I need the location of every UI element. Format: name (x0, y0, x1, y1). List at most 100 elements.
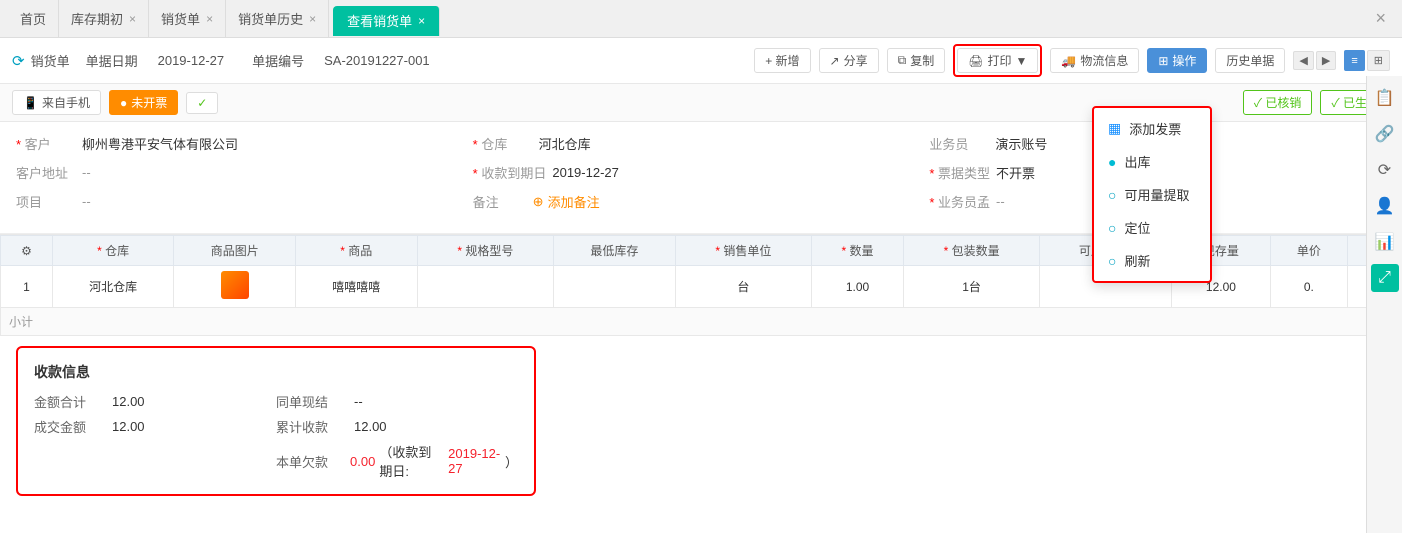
check-cancelled-icon: ✓ (1254, 96, 1262, 110)
address-field: 客户地址 -- (16, 163, 473, 182)
address-value: -- (82, 165, 91, 180)
window-close-button[interactable]: × (1367, 8, 1394, 29)
col-unit-price: 单价 (1270, 236, 1347, 266)
nav-arrows: ◀ ▶ (1293, 51, 1336, 70)
tab-inventory-init-close[interactable]: × (129, 12, 136, 26)
sidebar-icon-3[interactable]: ⟳ (1371, 156, 1399, 184)
grid-icon: ⊞ (1158, 54, 1168, 68)
accumulated-item: 累计收款 12.00 (276, 417, 518, 436)
row-min-stock (554, 266, 676, 308)
copy-icon: ⧉ (898, 53, 907, 68)
same-order-label: 同单现结 (276, 392, 346, 411)
row-qty: 1.00 (812, 266, 904, 308)
not-open-button[interactable]: ● 未开票 (109, 90, 178, 115)
subtotal-label: 小计 (1, 308, 1402, 336)
transaction-value: 12.00 (112, 419, 145, 434)
grid-view-button[interactable]: ⊞ (1367, 50, 1390, 71)
date-value: 2019-12-27 (158, 53, 225, 68)
amount-total-label: 金额合计 (34, 392, 104, 411)
due-note-end: ） (505, 452, 518, 471)
col-qty: * 数量 (812, 236, 904, 266)
ticket-type-label: 票据类型 (929, 163, 990, 182)
row-spec (417, 266, 554, 308)
doc-title: ⟳ 销货单 (12, 51, 70, 70)
prev-button[interactable]: ◀ (1293, 51, 1313, 70)
next-button[interactable]: ▶ (1316, 51, 1336, 70)
tab-inventory-init[interactable]: 库存期初 × (59, 0, 149, 38)
sidebar-icon-4[interactable]: 👤 (1371, 192, 1399, 220)
check-icon-btn[interactable]: ✓ (186, 92, 218, 114)
current-owed-item: 本单欠款 0.00 （收款到期日: 2019-12-27 ） (276, 442, 518, 480)
sidebar-icon-2[interactable]: 🔗 (1371, 120, 1399, 148)
tab-sales-history-close[interactable]: × (309, 12, 316, 26)
amount-total-item: 金额合计 12.00 (34, 392, 276, 411)
project-value: -- (82, 194, 91, 209)
address-label: 客户地址 (16, 163, 76, 182)
date-label: 单据日期 (86, 51, 138, 70)
share-icon: ↗ (830, 54, 840, 68)
number-value: SA-20191227-001 (324, 53, 430, 68)
plus-icon: ⊕ (533, 194, 544, 210)
sidebar-icon-5[interactable]: 📊 (1371, 228, 1399, 256)
history-button[interactable]: 历史单据 (1215, 48, 1285, 73)
sidebar-icon-1[interactable]: 📋 (1371, 84, 1399, 112)
share-button[interactable]: ↗ 分享 (819, 48, 879, 73)
due-date-field: 收款到期日 2019-12-27 (473, 163, 930, 182)
new-button[interactable]: + 新增 (754, 48, 810, 73)
amount-total-value: 12.00 (112, 394, 145, 409)
print-highlight: 🖨 打印 ▼ (953, 44, 1042, 77)
tab-sales-history[interactable]: 销货单历史 × (226, 0, 329, 38)
dropdown-available-qty[interactable]: ○ 可用量提取 (1094, 178, 1210, 211)
tab-sales-order-close[interactable]: × (206, 12, 213, 26)
staff2-value: -- (996, 194, 1005, 209)
col-settings[interactable]: ⚙ (1, 236, 53, 266)
copy-button[interactable]: ⧉ 复制 (887, 48, 946, 73)
refresh-icon: ○ (1108, 253, 1116, 269)
locate-icon: ○ (1108, 220, 1116, 236)
staff-value: 演示账号 (995, 134, 1047, 153)
same-order-value: -- (354, 394, 363, 409)
tab-sales-order[interactable]: 销货单 × (149, 0, 226, 38)
customer-value: 柳州粤港平安气体有限公司 (82, 134, 238, 153)
warehouse-label: 仓库 (473, 134, 533, 153)
current-owed-value: 0.00 (350, 454, 375, 469)
current-owed-label: 本单欠款 (276, 452, 346, 471)
logistics-button[interactable]: 🚚 物流信息 (1050, 48, 1139, 73)
available-qty-icon: ○ (1108, 187, 1116, 203)
dropdown-refresh[interactable]: ○ 刷新 (1094, 244, 1210, 277)
doc-header: ⟳ 销货单 单据日期 2019-12-27 单据编号 SA-20191227-0… (0, 38, 1402, 84)
cancelled-button[interactable]: ✓ 已核销 (1243, 90, 1313, 115)
col-sales-unit: * 销售单位 (675, 236, 812, 266)
payment-grid: 金额合计 12.00 同单现结 -- 成交金额 12.00 累计收款 12.00… (34, 392, 518, 480)
due-date-value: 2019-12-27 (448, 446, 501, 476)
tab-view-sales-close[interactable]: × (418, 14, 425, 28)
operation-dropdown: ▦ 添加发票 ● 出库 ○ 可用量提取 ○ 定位 ○ 刷新 (1092, 106, 1212, 283)
tab-view-sales[interactable]: 查看销货单 × (333, 6, 440, 36)
list-view-button[interactable]: ≡ (1344, 50, 1364, 71)
dropdown-locate[interactable]: ○ 定位 (1094, 211, 1210, 244)
row-pack-qty: 1台 (903, 266, 1040, 308)
customer-field: 客户 柳州粤港平安气体有限公司 (16, 134, 473, 153)
add-note-button[interactable]: ⊕ 添加备注 (533, 192, 600, 211)
phone-icon: 📱 (23, 96, 38, 110)
dropdown-outbound[interactable]: ● 出库 (1094, 145, 1210, 178)
row-unit-price: 0. (1270, 266, 1347, 308)
print-button[interactable]: 🖨 打印 ▼ (957, 48, 1038, 73)
col-warehouse: * 仓库 (52, 236, 174, 266)
transaction-item: 成交金额 12.00 (34, 417, 276, 436)
warehouse-field: 仓库 河北仓库 (473, 134, 930, 153)
doc-info: 单据日期 2019-12-27 单据编号 SA-20191227-001 (86, 51, 430, 70)
dropdown-add-invoice[interactable]: ▦ 添加发票 (1094, 112, 1210, 145)
payment-title: 收款信息 (34, 362, 518, 382)
due-note: （收款到期日: (379, 442, 444, 480)
tab-home[interactable]: 首页 (8, 0, 59, 38)
sidebar-icon-expand[interactable]: ⤢ (1371, 264, 1399, 292)
same-order-item: 同单现结 -- (276, 392, 518, 411)
col-spec: * 规格型号 (417, 236, 554, 266)
row-image (174, 266, 296, 308)
check-effective-icon: ✓ (1331, 96, 1339, 110)
project-field: 项目 -- (16, 192, 473, 211)
from-phone-button[interactable]: 📱 来自手机 (12, 90, 101, 115)
row-product: 嘻嘻嘻嘻 (296, 266, 418, 308)
operation-button[interactable]: ⊞ 操作 (1147, 48, 1207, 73)
